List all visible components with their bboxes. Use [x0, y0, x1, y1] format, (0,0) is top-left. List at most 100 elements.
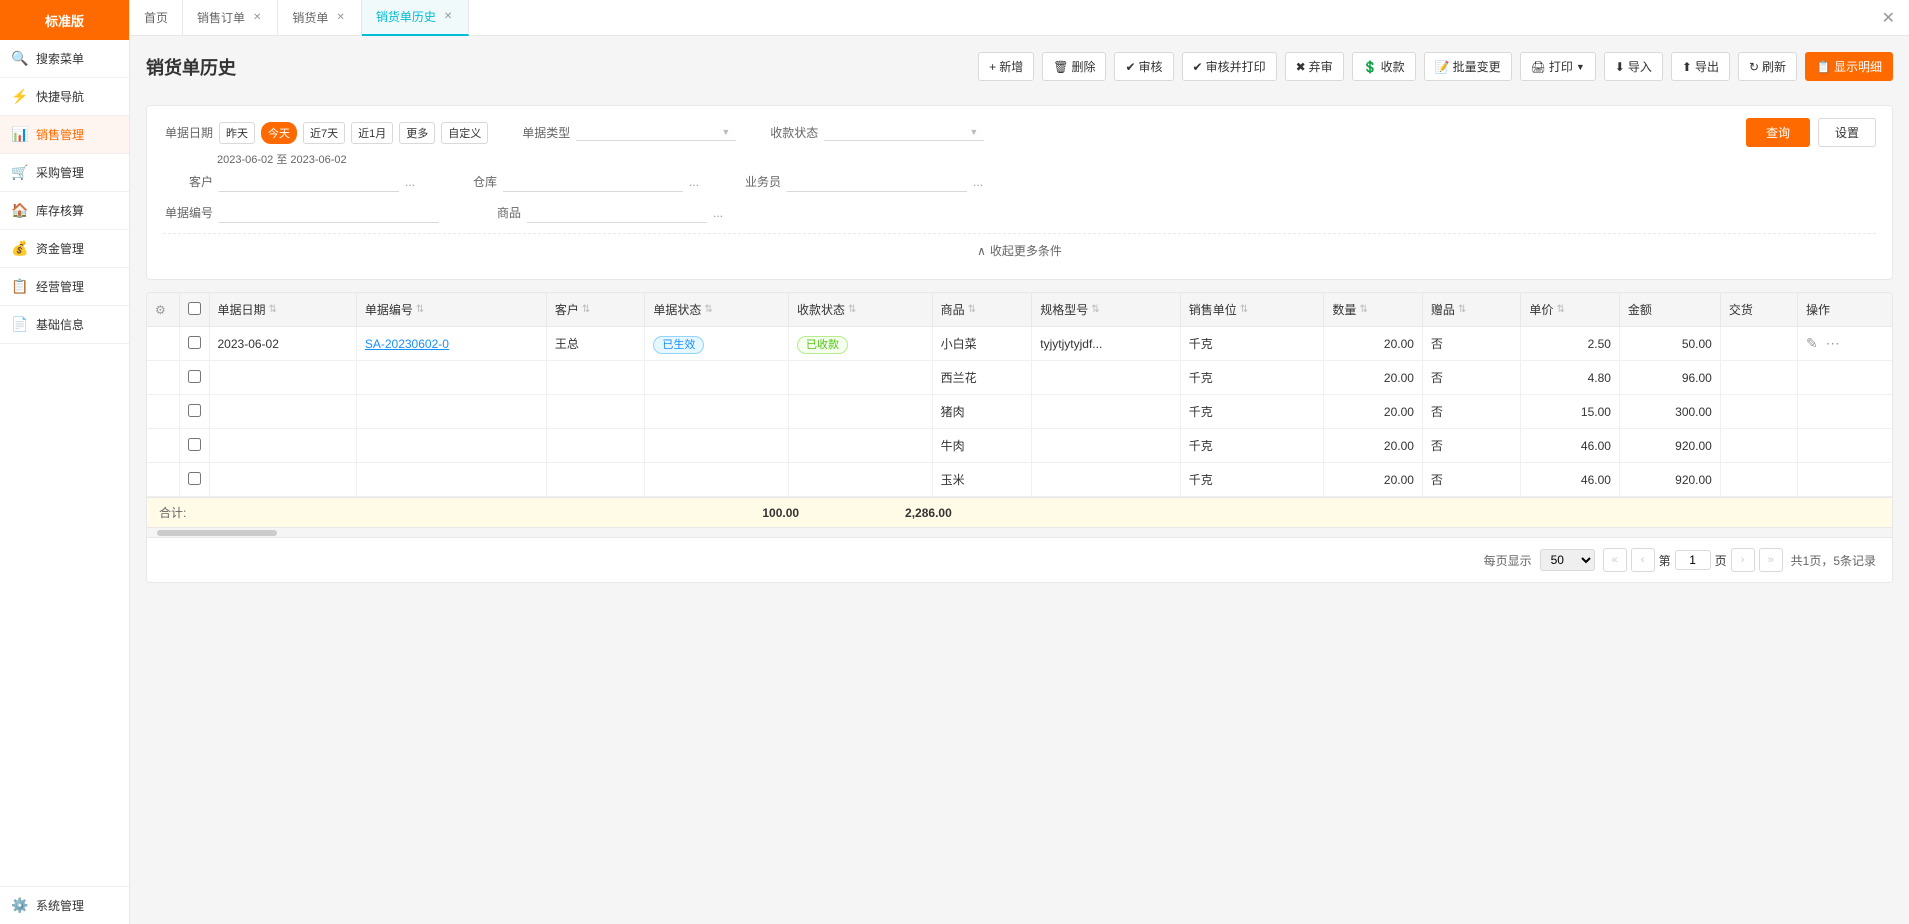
row-checkbox[interactable] — [188, 404, 201, 417]
cell-checkbox[interactable] — [179, 395, 209, 429]
th-unit-price-sort[interactable]: ⇅ — [1556, 304, 1564, 315]
page-last-btn[interactable]: » — [1759, 548, 1783, 572]
sidebar-item-funds-mgmt[interactable]: 💰 资金管理 — [0, 230, 129, 268]
goods-dots[interactable]: ... — [713, 206, 723, 220]
tab-sales-delivery[interactable]: 销货单 ✕ — [278, 0, 361, 36]
staff-dots[interactable]: ... — [973, 175, 983, 189]
tab-sales-history[interactable]: 销货单历史 ✕ — [362, 0, 469, 36]
cell-checkbox[interactable] — [179, 327, 209, 361]
tab-sales-history-close[interactable]: ✕ — [442, 10, 454, 23]
doc-no-link[interactable]: SA-20230602-0 — [365, 337, 449, 351]
h-scrollbar[interactable] — [147, 527, 1892, 537]
edit-action-btn[interactable]: ✎ — [1806, 335, 1818, 352]
collapse-btn[interactable]: ∧ 收起更多条件 — [969, 238, 1070, 263]
sidebar-item-search-menu[interactable]: 🔍 搜索菜单 — [0, 40, 129, 78]
tab-sales-order-close[interactable]: ✕ — [251, 11, 263, 24]
row-checkbox[interactable] — [188, 472, 201, 485]
page-size-select[interactable]: 50 100 200 — [1540, 549, 1595, 571]
doc-type-select[interactable]: ▼ — [576, 124, 736, 141]
export-button[interactable]: ⬆ 导出 — [1671, 52, 1730, 81]
new-button[interactable]: + 新增 — [978, 52, 1034, 81]
setting-button[interactable]: 设置 — [1818, 118, 1876, 147]
collect-button[interactable]: 💲 收款 — [1352, 52, 1416, 81]
row-checkbox[interactable] — [188, 336, 201, 349]
th-unit-sort[interactable]: ⇅ — [1240, 304, 1248, 315]
date-btn-yesterday[interactable]: 昨天 — [219, 122, 255, 144]
tabs-bar-close[interactable]: ✕ — [1868, 8, 1909, 28]
row-checkbox[interactable] — [188, 370, 201, 383]
th-doc-date-sort[interactable]: ⇅ — [269, 304, 277, 315]
audit-button[interactable]: ✔ 审核 — [1114, 52, 1173, 81]
query-button[interactable]: 查询 — [1746, 118, 1810, 147]
th-qty-sort[interactable]: ⇅ — [1359, 304, 1367, 315]
delete-button[interactable]: 🗑 删除 — [1042, 52, 1106, 81]
show-detail-button[interactable]: 📋 显示明细 — [1805, 52, 1893, 81]
th-doc-no-sort[interactable]: ⇅ — [416, 304, 424, 315]
th-doc-no[interactable]: 单据编号 ⇅ — [356, 293, 546, 327]
refresh-button[interactable]: ↻ 刷新 — [1738, 52, 1797, 81]
date-btn-more[interactable]: 更多 — [399, 122, 435, 144]
th-goods-sort[interactable]: ⇅ — [968, 304, 976, 315]
abandon-button[interactable]: ✖ 弃审 — [1285, 52, 1344, 81]
th-qty[interactable]: 数量 ⇅ — [1324, 293, 1423, 327]
th-doc-status-sort[interactable]: ⇅ — [704, 304, 712, 315]
select-all-checkbox[interactable] — [188, 302, 201, 315]
import-button[interactable]: ⬇ 导入 — [1604, 52, 1663, 81]
th-customer[interactable]: 客户 ⇅ — [546, 293, 645, 327]
customer-input[interactable] — [219, 171, 399, 192]
sidebar-item-sales-mgmt[interactable]: 📊 销售管理 — [0, 116, 129, 154]
more-action-btn[interactable]: ⋯ — [1826, 335, 1840, 352]
th-settings[interactable]: ⚙ — [147, 293, 179, 327]
goods-input[interactable] — [527, 202, 707, 223]
th-doc-status[interactable]: 单据状态 ⇅ — [645, 293, 789, 327]
cell-checkbox[interactable] — [179, 361, 209, 395]
audit-print-button[interactable]: ✔ 审核并打印 — [1182, 52, 1277, 81]
date-btn-today[interactable]: 今天 — [261, 122, 297, 144]
page-first-btn[interactable]: « — [1603, 548, 1627, 572]
sidebar-item-inventory[interactable]: 🏠 库存核算 — [0, 192, 129, 230]
th-unit[interactable]: 销售单位 ⇅ — [1180, 293, 1324, 327]
batch-change-button[interactable]: 📝 批量变更 — [1424, 52, 1512, 81]
th-unit-price[interactable]: 单价 ⇅ — [1521, 293, 1620, 327]
cell-doc-no[interactable] — [356, 429, 546, 463]
tab-home[interactable]: 首页 — [130, 0, 183, 36]
doc-no-input[interactable] — [219, 202, 439, 223]
sidebar-item-quick-nav[interactable]: ⚡ 快捷导航 — [0, 78, 129, 116]
page-next-btn[interactable]: › — [1731, 548, 1755, 572]
sidebar-item-sys-mgmt[interactable]: ⚙️ 系统管理 — [0, 887, 129, 924]
th-gift[interactable]: 赠品 ⇅ — [1422, 293, 1521, 327]
h-scrollbar-thumb[interactable] — [157, 530, 277, 536]
th-goods[interactable]: 商品 ⇅ — [932, 293, 1032, 327]
tab-sales-order[interactable]: 销售订单 ✕ — [183, 0, 278, 36]
sidebar-item-ops-mgmt[interactable]: 📋 经营管理 — [0, 268, 129, 306]
th-spec[interactable]: 规格型号 ⇅ — [1032, 293, 1181, 327]
tab-sales-delivery-close[interactable]: ✕ — [334, 11, 346, 24]
table-settings-icon[interactable]: ⚙ — [155, 303, 166, 317]
cell-doc-no[interactable] — [356, 395, 546, 429]
th-gift-sort[interactable]: ⇅ — [1458, 304, 1466, 315]
print-button[interactable]: 🖨 打印 ▼ — [1520, 52, 1596, 81]
warehouse-dots[interactable]: ... — [689, 175, 699, 189]
th-spec-sort[interactable]: ⇅ — [1091, 304, 1099, 315]
th-payment-status[interactable]: 收款状态 ⇅ — [788, 293, 932, 327]
date-btn-1month[interactable]: 近1月 — [351, 122, 393, 144]
staff-input[interactable] — [787, 171, 967, 192]
page-input[interactable] — [1675, 550, 1711, 570]
page-prev-btn[interactable]: ‹ — [1631, 548, 1655, 572]
sidebar-item-purchase-mgmt[interactable]: 🛒 采购管理 — [0, 154, 129, 192]
th-customer-sort[interactable]: ⇅ — [582, 304, 590, 315]
th-payment-status-sort[interactable]: ⇅ — [848, 304, 856, 315]
sidebar-item-basic-info[interactable]: 📄 基础信息 — [0, 306, 129, 344]
row-checkbox[interactable] — [188, 438, 201, 451]
th-doc-date[interactable]: 单据日期 ⇅ — [209, 293, 356, 327]
payment-status-select[interactable]: ▼ — [824, 124, 984, 141]
warehouse-input[interactable] — [503, 171, 683, 192]
cell-doc-no[interactable]: SA-20230602-0 — [356, 327, 546, 361]
cell-doc-no[interactable] — [356, 361, 546, 395]
date-btn-7days[interactable]: 近7天 — [303, 122, 345, 144]
customer-dots[interactable]: ... — [405, 175, 415, 189]
cell-doc-no[interactable] — [356, 463, 546, 497]
cell-checkbox[interactable] — [179, 429, 209, 463]
date-btn-custom[interactable]: 自定义 — [441, 122, 488, 144]
cell-checkbox[interactable] — [179, 463, 209, 497]
